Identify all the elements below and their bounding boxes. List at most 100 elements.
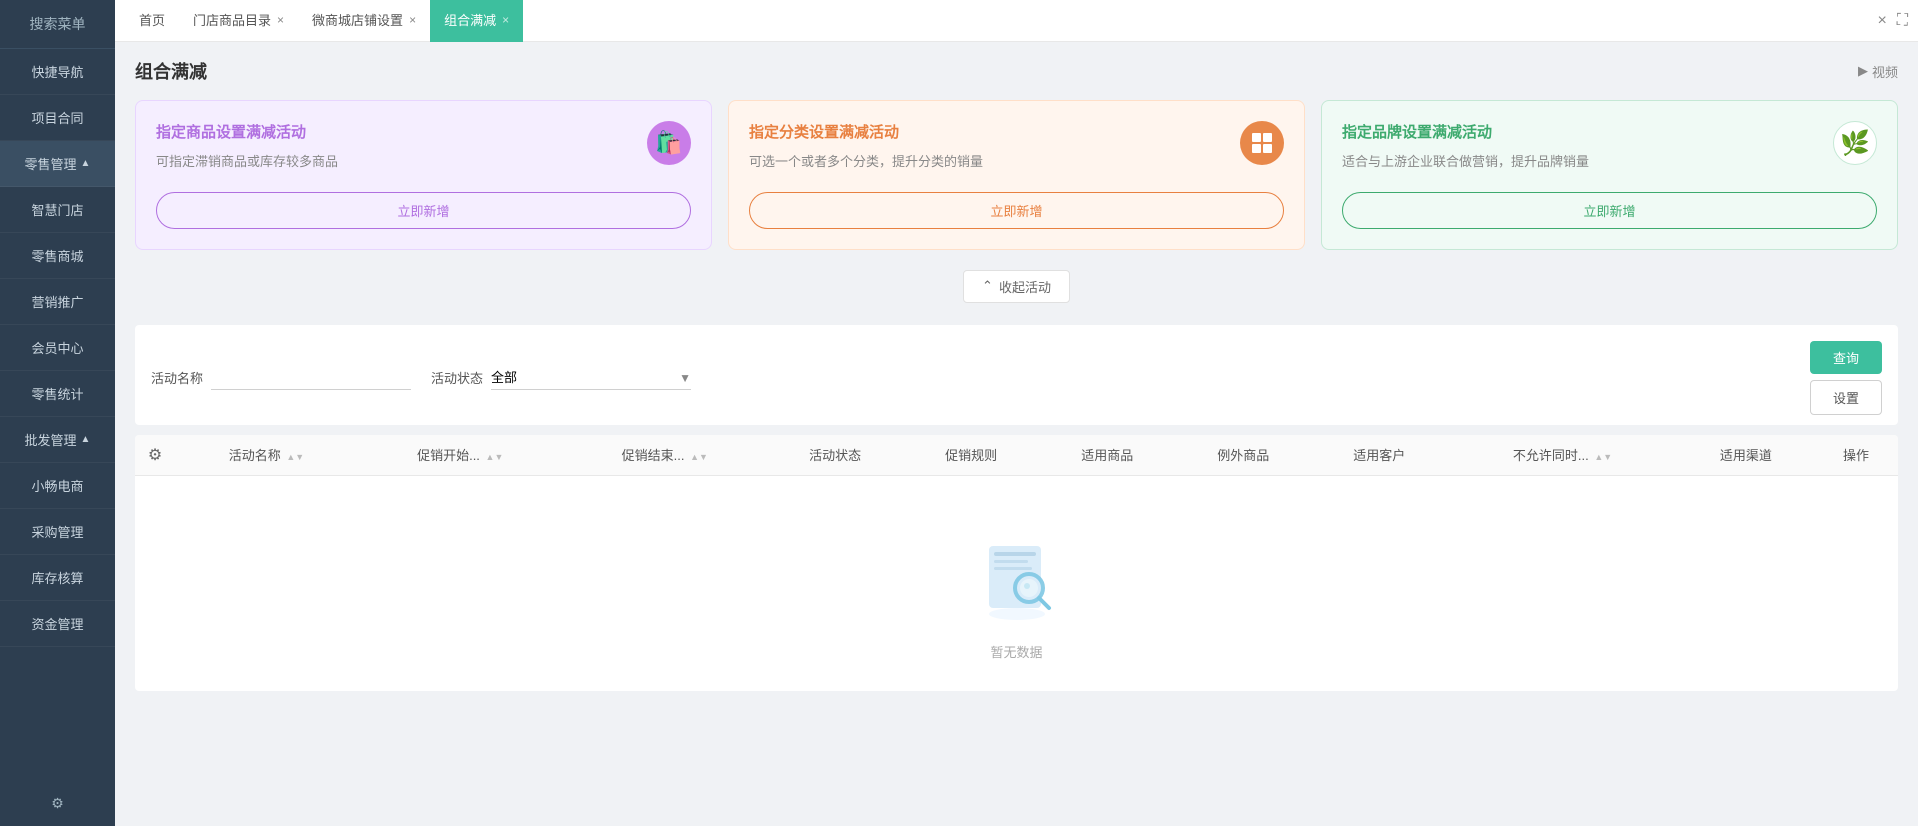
collapse-bar: ⌃ 收起活动 xyxy=(135,262,1898,311)
close-icon[interactable]: × xyxy=(502,13,509,27)
card-category-icon xyxy=(1240,121,1284,165)
chevron-down-icon: ▲ xyxy=(81,434,91,445)
sidebar-item-label: 零售管理 xyxy=(25,154,77,173)
sidebar-item-quick-nav[interactable]: 快捷导航 xyxy=(0,49,115,95)
empty-text: 暂无数据 xyxy=(155,642,1878,661)
col-name-label: 活动名称 xyxy=(229,448,281,463)
card-category-desc: 可选一个或者多个分类，提升分类的销量 xyxy=(749,152,1284,172)
card-brand-btn[interactable]: 立即新增 xyxy=(1342,192,1877,229)
sidebar-settings-btn[interactable]: ⚙ xyxy=(0,781,115,826)
tab-store-catalog[interactable]: 门店商品目录 × xyxy=(179,0,298,42)
col-status-label: 活动状态 xyxy=(809,448,861,463)
sidebar-item-retail-mgmt[interactable]: 零售管理 ▲ xyxy=(0,141,115,187)
sidebar-item-label: 营销推广 xyxy=(31,295,83,310)
col-excluded-goods: 例外商品 xyxy=(1175,435,1311,476)
tab-actions: × ⛶ xyxy=(1877,12,1908,30)
page-title: 组合满减 xyxy=(135,58,207,84)
activity-name-input[interactable] xyxy=(211,366,411,390)
sidebar-item-finance-mgmt[interactable]: 资金管理 xyxy=(0,601,115,647)
sidebar-item-label: 快捷导航 xyxy=(31,65,83,80)
table-settings-button[interactable]: ⚙ xyxy=(148,445,162,465)
col-applicable-channel: 适用渠道 xyxy=(1678,435,1814,476)
sidebar-item-xc-ecommerce[interactable]: 小畅电商 xyxy=(0,463,115,509)
col-status: 活动状态 xyxy=(767,435,903,476)
tab-label: 组合满减 xyxy=(444,10,496,29)
sidebar-item-member-center[interactable]: 会员中心 xyxy=(0,325,115,371)
col-operation: 操作 xyxy=(1814,435,1898,476)
collapse-button[interactable]: ⌃ 收起活动 xyxy=(963,270,1070,303)
empty-illustration xyxy=(967,526,1067,626)
activity-name-label: 活动名称 xyxy=(151,368,203,387)
sidebar-item-label: 资金管理 xyxy=(31,617,83,632)
card-category-title: 指定分类设置满减活动 xyxy=(749,121,1284,142)
fullscreen-button[interactable]: ⛶ xyxy=(1897,12,1908,30)
col-applicable-customer-label: 适用客户 xyxy=(1353,448,1405,463)
close-icon[interactable]: × xyxy=(277,13,284,27)
col-excluded-goods-label: 例外商品 xyxy=(1217,448,1269,463)
sidebar-item-marketing[interactable]: 营销推广 xyxy=(0,279,115,325)
col-promo-rule-label: 促销规则 xyxy=(945,448,997,463)
card-category-btn[interactable]: 立即新增 xyxy=(749,192,1284,229)
card-brand-title: 指定品牌设置满减活动 xyxy=(1342,121,1877,142)
collapse-label: 收起活动 xyxy=(999,277,1051,296)
col-promo-rule: 促销规则 xyxy=(903,435,1039,476)
restore-window-button[interactable]: × xyxy=(1877,12,1886,30)
col-no-concurrent-label: 不允许同时... xyxy=(1513,448,1589,463)
sidebar-item-label: 项目合同 xyxy=(31,111,83,126)
col-applicable-customer: 适用客户 xyxy=(1311,435,1447,476)
col-applicable-channel-label: 适用渠道 xyxy=(1720,448,1772,463)
sidebar-item-retail-stats[interactable]: 零售统计 xyxy=(0,371,115,417)
card-brand-icon: 🌿 xyxy=(1833,121,1877,165)
sidebar-search[interactable]: 搜索菜单 xyxy=(0,0,115,49)
page-header: 组合满减 ▶ 视频 xyxy=(135,58,1898,84)
col-promo-start-label: 促销开始... xyxy=(417,448,480,463)
settings-button[interactable]: 设置 xyxy=(1810,380,1882,415)
tab-combo-discount[interactable]: 组合满减 × xyxy=(430,0,523,42)
col-name: 活动名称 ▲▼ xyxy=(175,435,358,476)
table-wrapper: ⚙ 活动名称 ▲▼ 促销开始... ▲▼ 促销结束... ▲▼ xyxy=(135,435,1898,691)
sort-icon[interactable]: ▲▼ xyxy=(286,452,304,462)
tab-wechat-store-settings[interactable]: 微商城店铺设置 × xyxy=(298,0,430,42)
search-bar: 活动名称 活动状态 全部 进行中 未开始 已结束 ▼ 查询 设置 xyxy=(135,325,1898,425)
video-label: 视频 xyxy=(1872,62,1898,81)
col-promo-end: 促销结束... ▲▼ xyxy=(563,435,768,476)
content-area: 组合满减 ▶ 视频 🛍️ 指定商品设置满减活动 可指定滞销商品或库存较多商品 立… xyxy=(115,42,1918,826)
sidebar-item-wholesale-mgmt[interactable]: 批发管理 ▲ xyxy=(0,417,115,463)
video-link[interactable]: ▶ 视频 xyxy=(1858,62,1898,81)
chevron-down-icon: ▲ xyxy=(81,158,91,169)
sidebar-item-inventory[interactable]: 库存核算 xyxy=(0,555,115,601)
sidebar-item-label: 采购管理 xyxy=(31,525,83,540)
sidebar-item-purchase-mgmt[interactable]: 采购管理 xyxy=(0,509,115,555)
col-promo-end-label: 促销结束... xyxy=(622,448,685,463)
sidebar-item-smart-store[interactable]: 智慧门店 xyxy=(0,187,115,233)
query-button[interactable]: 查询 xyxy=(1810,341,1882,374)
sort-icon[interactable]: ▲▼ xyxy=(690,452,708,462)
sidebar-item-project-contract[interactable]: 项目合同 xyxy=(0,95,115,141)
activity-status-select-wrapper: 全部 进行中 未开始 已结束 ▼ xyxy=(491,366,691,390)
search-actions: 查询 设置 xyxy=(1810,341,1882,415)
table-header: ⚙ 活动名称 ▲▼ 促销开始... ▲▼ 促销结束... ▲▼ xyxy=(135,435,1898,476)
card-product: 🛍️ 指定商品设置满减活动 可指定滞销商品或库存较多商品 立即新增 xyxy=(135,100,712,250)
play-icon: ▶ xyxy=(1858,63,1868,79)
sidebar-item-label: 批发管理 xyxy=(25,430,77,449)
card-brand: 🌿 指定品牌设置满减活动 适合与上游企业联合做营销，提升品牌销量 立即新增 xyxy=(1321,100,1898,250)
tab-label: 首页 xyxy=(139,10,165,29)
card-product-icon: 🛍️ xyxy=(647,121,691,165)
sidebar: 搜索菜单 快捷导航 项目合同 零售管理 ▲ 智慧门店 零售商城 营销推广 会员中… xyxy=(0,0,115,826)
table-body: 暂无数据 xyxy=(135,475,1898,691)
card-product-title: 指定商品设置满减活动 xyxy=(156,121,691,142)
card-category: 指定分类设置满减活动 可选一个或者多个分类，提升分类的销量 立即新增 xyxy=(728,100,1305,250)
tab-bar: 首页 门店商品目录 × 微商城店铺设置 × 组合满减 × × ⛶ xyxy=(115,0,1918,42)
tab-label: 门店商品目录 xyxy=(193,10,271,29)
card-product-btn[interactable]: 立即新增 xyxy=(156,192,691,229)
sidebar-item-retail-mall[interactable]: 零售商城 xyxy=(0,233,115,279)
tab-home[interactable]: 首页 xyxy=(125,0,179,42)
close-icon[interactable]: × xyxy=(409,13,416,27)
card-product-desc: 可指定滞销商品或库存较多商品 xyxy=(156,152,691,172)
sidebar-item-label: 零售统计 xyxy=(31,387,83,402)
sidebar-item-label: 零售商城 xyxy=(31,249,83,264)
sort-icon[interactable]: ▲▼ xyxy=(486,452,504,462)
main-area: 首页 门店商品目录 × 微商城店铺设置 × 组合满减 × × ⛶ 组合满减 ▶ … xyxy=(115,0,1918,826)
sort-icon[interactable]: ▲▼ xyxy=(1594,452,1612,462)
activity-status-select[interactable]: 全部 进行中 未开始 已结束 xyxy=(491,366,691,390)
